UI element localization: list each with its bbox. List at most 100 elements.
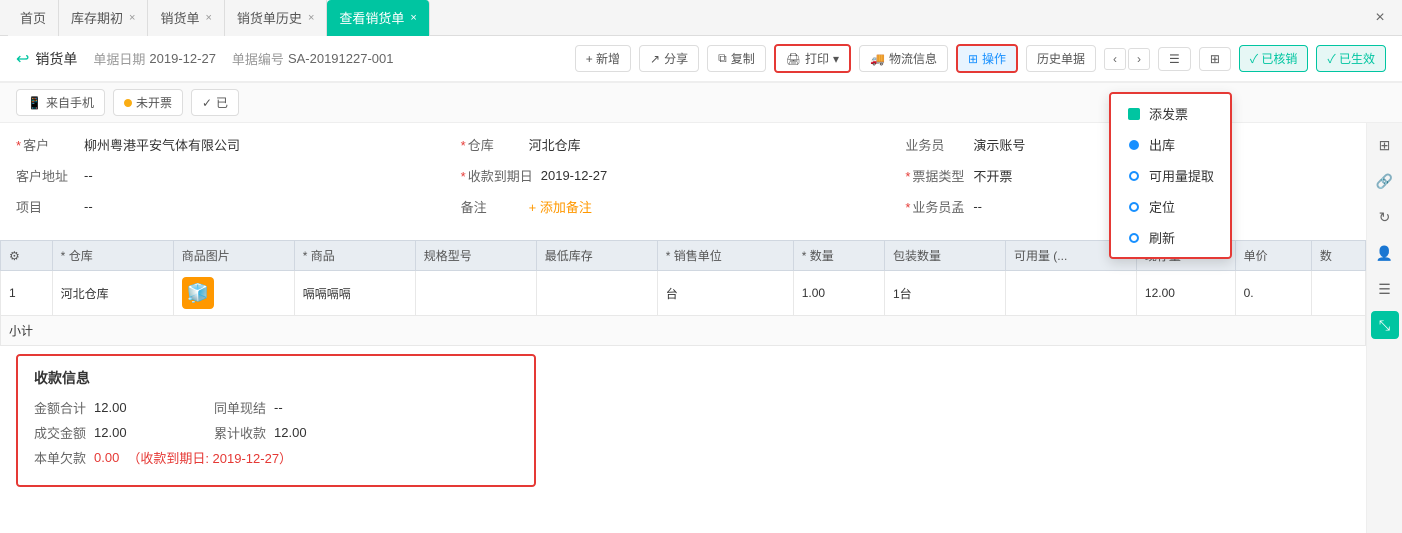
history-button[interactable]: 历史单据 [1026,45,1096,72]
row-warehouse: 河北仓库 [52,271,173,316]
share-button[interactable]: ↗ 分享 [639,45,699,72]
right-panel-btn-list[interactable]: ☰ [1371,275,1399,303]
operations-button[interactable]: ⊞ 操作 [956,44,1018,73]
cumulative-received-item: 累计收款 12.00 [214,423,354,442]
col-pack-qty: 包装数量 [884,241,1005,271]
print-button-label: 打印 [805,50,829,67]
payment-row-3: 本单欠款 0.00 （收款到期日: 2019-12-27） [34,448,518,467]
col-warehouse: * 仓库 [52,241,173,271]
right-panel-btn-user[interactable]: 👤 [1371,239,1399,267]
app-container: 首页 库存期初 × 销货单 × 销货单历史 × 查看销货单 × × ↩ 销货单 [0,0,1402,533]
tab-sales-order[interactable]: 销货单 × [148,0,224,36]
subtotal-label: 小计 [1,316,1366,346]
due-date-value: 2019-12-27 [541,168,608,183]
check-button[interactable]: ✓ 已 [191,89,239,116]
available-qty-label: 可用量提取 [1149,166,1214,185]
right-panel-btn-expand[interactable]: ⤡ [1371,311,1399,339]
tab-sales-order-close[interactable]: × [205,12,211,24]
due-date-field: 收款到期日 2019-12-27 [461,166,906,185]
tab-sales-history[interactable]: 销货单历史 × [225,0,327,36]
logistics-button-label: 物流信息 [889,50,937,67]
customer-field: 客户 柳州粤港平安气体有限公司 [16,135,461,154]
operations-icon: ⊞ [968,52,978,66]
next-arrow[interactable]: › [1128,48,1150,70]
tab-view-sales-label: 查看销货单 [339,8,404,27]
warehouse-field: 仓库 河北仓库 [461,135,906,154]
row-extra [1311,271,1365,316]
share-icon: ↗ [650,52,660,66]
copy-button[interactable]: ⧉ 复制 [707,45,766,72]
doc-header: ↩ 销货单 单据日期 2019-12-27 单据编号 SA-20191227-0… [0,36,1402,82]
customer-label: 客户 [16,135,76,154]
subtotal-row: 小计 [1,316,1366,346]
right-panel-btn-refresh[interactable]: ↻ [1371,203,1399,231]
col-unit-price: 单价 [1235,241,1311,271]
doc-number-label: 单据编号 [232,49,284,68]
tab-bar-right: × [1366,4,1394,32]
locate-icon [1127,200,1141,214]
history-button-label: 历史单据 [1037,50,1085,67]
window-close-button[interactable]: × [1366,4,1394,32]
transaction-amount-label: 成交金额 [34,423,86,442]
not-opened-dot [124,99,132,107]
due-date-label: 收款到期日 [461,166,533,185]
dropdown-item-refresh[interactable]: 刷新 [1111,222,1230,253]
col-settings: ⚙ [1,241,53,271]
tab-sales-history-close[interactable]: × [308,12,314,24]
doc-meta: 单据日期 2019-12-27 单据编号 SA-20191227-001 [93,49,393,68]
same-order-settlement-value: -- [274,400,283,415]
dropdown-item-available-qty[interactable]: 可用量提取 [1111,160,1230,191]
row-min-stock [536,271,657,316]
settings-icon[interactable]: ⚙ [9,249,20,263]
warehouse-value: 河北仓库 [529,135,581,154]
tab-home[interactable]: 首页 [8,0,59,36]
check-icon: ✓ [202,96,212,110]
same-order-settlement-label: 同单现结 [214,398,266,417]
address-field: 客户地址 -- [16,166,461,185]
right-panel-btn-link[interactable]: 🔗 [1371,167,1399,195]
payment-row-1: 金额合计 12.00 同单现结 -- [34,398,518,417]
doc-number-item: 单据编号 SA-20191227-001 [232,49,394,68]
refresh-menu-icon [1127,231,1141,245]
operations-button-label: 操作 [982,50,1006,67]
right-panel-btn-grid[interactable]: ⊞ [1371,131,1399,159]
doc-title-area: ↩ 销货单 [16,49,77,69]
ticket-type-label: 票据类型 [905,166,965,185]
dropdown-item-add-invoice[interactable]: 添发票 [1111,98,1230,129]
not-opened-label: 未开票 [136,94,172,111]
customer-value: 柳州粤港平安气体有限公司 [84,135,240,154]
dropdown-menu: 添发票 出库 可用量提取 定位 刷新 [1109,92,1232,259]
tab-inventory-init[interactable]: 库存期初 × [59,0,148,36]
print-button[interactable]: 🖨 打印 ▾ [774,44,851,73]
not-opened-button[interactable]: 未开票 [113,89,183,116]
dropdown-item-ship-out[interactable]: 出库 [1111,129,1230,160]
circle-icon [1129,140,1139,150]
cancelled-status: ✓ 已核销 [1239,45,1309,72]
project-field: 项目 -- [16,197,461,216]
tab-inventory-init-close[interactable]: × [129,12,135,24]
amount-total-value: 12.00 [94,400,127,415]
col-extra: 数 [1311,241,1365,271]
row-available [1005,271,1136,316]
print-dropdown-arrow[interactable]: ▾ [833,52,839,66]
circle-outline-icon2 [1129,202,1139,212]
ticket-type-value: 不开票 [973,166,1012,185]
tab-view-sales-close[interactable]: × [410,12,416,24]
phone-icon: 📱 [27,96,42,110]
col-sales-unit: * 销售单位 [657,241,793,271]
from-phone-button[interactable]: 📱 来自手机 [16,89,105,116]
dropdown-item-locate[interactable]: 定位 [1111,191,1230,222]
view-grid-button[interactable]: ⊞ [1199,47,1231,71]
current-due-label: 本单欠款 [34,448,86,467]
tab-view-sales[interactable]: 查看销货单 × [327,0,429,36]
warehouse-label: 仓库 [461,135,521,154]
new-button[interactable]: + 新增 [575,45,631,72]
view-list-button[interactable]: ☰ [1158,47,1191,71]
col-product: * 商品 [294,241,415,271]
add-invoice-icon [1127,107,1141,121]
due-date-note: （收款到期日: 2019-12-27） [127,448,292,467]
ship-out-icon [1127,138,1141,152]
logistics-button[interactable]: 🚚 物流信息 [859,45,948,72]
add-note-button[interactable]: 添加备注 [529,197,592,216]
prev-arrow[interactable]: ‹ [1104,48,1126,70]
